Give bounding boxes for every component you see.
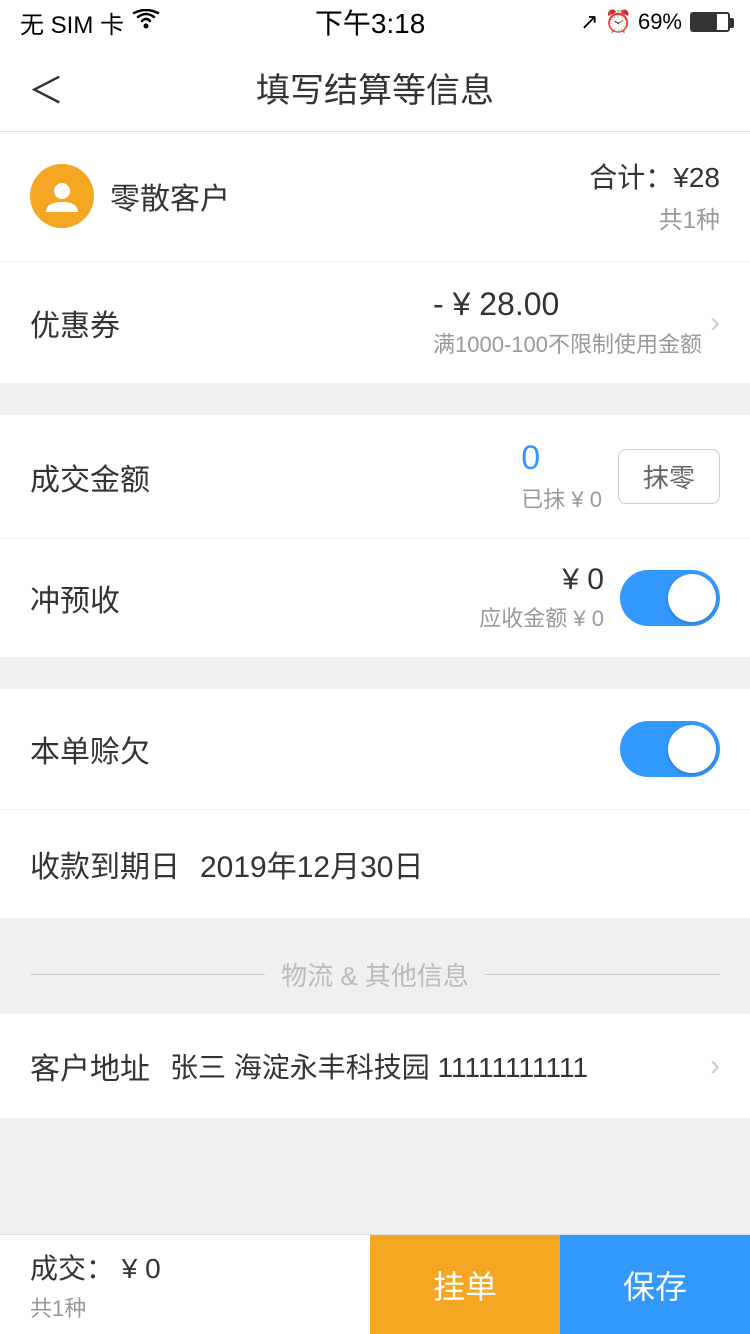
deal-label: 成交金额 — [30, 455, 150, 499]
nav-title: 填写结算等信息 — [256, 63, 494, 112]
wifi-icon — [132, 8, 160, 36]
coupon-discount: - ¥ 28.00 — [433, 286, 702, 323]
customer-total: 合计：¥28 — [589, 156, 720, 196]
deal-sub: 已抹 ¥ 0 — [521, 482, 602, 514]
customer-avatar — [30, 164, 94, 228]
arrears-toggle[interactable] — [620, 721, 720, 777]
arrears-label: 本单赊欠 — [30, 727, 150, 771]
nav-bar: ＜ 填写结算等信息 — [0, 44, 750, 132]
bottom-count: 共1种 — [30, 1291, 340, 1323]
status-left: 无 SIM 卡 — [20, 5, 160, 40]
bottom-bar: 成交： ¥ 0 共1种 挂单 保存 — [0, 1234, 750, 1334]
advance-amount: ¥ 0 — [479, 563, 604, 597]
divider-2 — [0, 673, 750, 689]
status-bar: 无 SIM 卡 下午3:18 ↗ ⏰ 69% — [0, 0, 750, 44]
due-label: 收款到期日 — [30, 842, 180, 886]
content: 零散客户 合计：¥28 共1种 优惠券 - ¥ 28.00 满1000-100不… — [0, 132, 750, 1334]
back-button[interactable]: ＜ — [28, 62, 64, 114]
due-row: 收款到期日 2019年12月30日 — [0, 809, 750, 918]
advance-values: ¥ 0 应收金额 ¥ 0 — [479, 563, 604, 633]
address-value: 张三 海淀永丰科技园 11111111111 — [170, 1046, 710, 1086]
advance-right: ¥ 0 应收金额 ¥ 0 — [479, 563, 720, 633]
advance-row: 冲预收 ¥ 0 应收金额 ¥ 0 — [0, 538, 750, 657]
pend-button[interactable]: 挂单 — [370, 1235, 560, 1334]
address-row[interactable]: 客户地址 张三 海淀永丰科技园 11111111111 › — [0, 1014, 750, 1118]
coupon-desc: 满1000-100不限制使用金额 — [433, 327, 702, 359]
battery-percent: 69% — [638, 9, 682, 35]
coupon-right: - ¥ 28.00 满1000-100不限制使用金额 › — [433, 286, 720, 359]
coupon-row[interactable]: 优惠券 - ¥ 28.00 满1000-100不限制使用金额 › — [0, 261, 750, 383]
address-section: 客户地址 张三 海淀永丰科技园 11111111111 › — [0, 1014, 750, 1118]
customer-left: 零散客户 — [30, 164, 230, 228]
customer-count: 共1种 — [589, 200, 720, 235]
customer-name: 零散客户 — [110, 174, 230, 218]
coupon-info: - ¥ 28.00 满1000-100不限制使用金额 — [433, 286, 702, 359]
deal-right: 0 已抹 ¥ 0 抹零 — [521, 439, 720, 514]
bottom-deal: 成交： ¥ 0 — [30, 1247, 340, 1287]
alarm-icon: ⏰ — [605, 9, 632, 35]
customer-row: 零散客户 合计：¥28 共1种 — [0, 132, 750, 259]
customer-section: 零散客户 合计：¥28 共1种 优惠券 - ¥ 28.00 满1000-100不… — [0, 132, 750, 383]
address-label: 客户地址 — [30, 1044, 150, 1088]
logistics-section: 物流 & 其他信息 — [0, 934, 750, 1014]
address-chevron-icon: › — [710, 1049, 720, 1083]
deal-section: 成交金额 0 已抹 ¥ 0 抹零 冲预收 ¥ 0 应收金额 ¥ 0 — [0, 415, 750, 657]
deal-row: 成交金额 0 已抹 ¥ 0 抹零 — [0, 415, 750, 538]
coupon-chevron-icon: › — [710, 306, 720, 340]
bottom-info: 成交： ¥ 0 共1种 — [0, 1235, 370, 1334]
round-off-button[interactable]: 抹零 — [618, 449, 720, 504]
advance-toggle[interactable] — [620, 570, 720, 626]
deal-value[interactable]: 0 — [521, 439, 602, 478]
save-button[interactable]: 保存 — [560, 1235, 750, 1334]
status-time: 下午3:18 — [315, 2, 426, 42]
arrears-section: 本单赊欠 收款到期日 2019年12月30日 — [0, 689, 750, 918]
customer-right: 合计：¥28 共1种 — [589, 156, 720, 235]
arrears-row: 本单赊欠 — [0, 689, 750, 809]
due-date: 2019年12月30日 — [200, 842, 423, 886]
deal-info: 0 已抹 ¥ 0 — [521, 439, 602, 514]
coupon-label: 优惠券 — [30, 301, 120, 345]
advance-receivable: 应收金额 ¥ 0 — [479, 601, 604, 633]
status-right: ↗ ⏰ 69% — [580, 9, 730, 35]
battery-icon — [690, 12, 730, 32]
advance-label: 冲预收 — [30, 576, 120, 620]
carrier-text: 无 SIM 卡 — [20, 5, 124, 40]
logistics-label: 物流 & 其他信息 — [265, 956, 485, 993]
divider-1 — [0, 399, 750, 415]
location-icon: ↗ — [580, 9, 598, 35]
